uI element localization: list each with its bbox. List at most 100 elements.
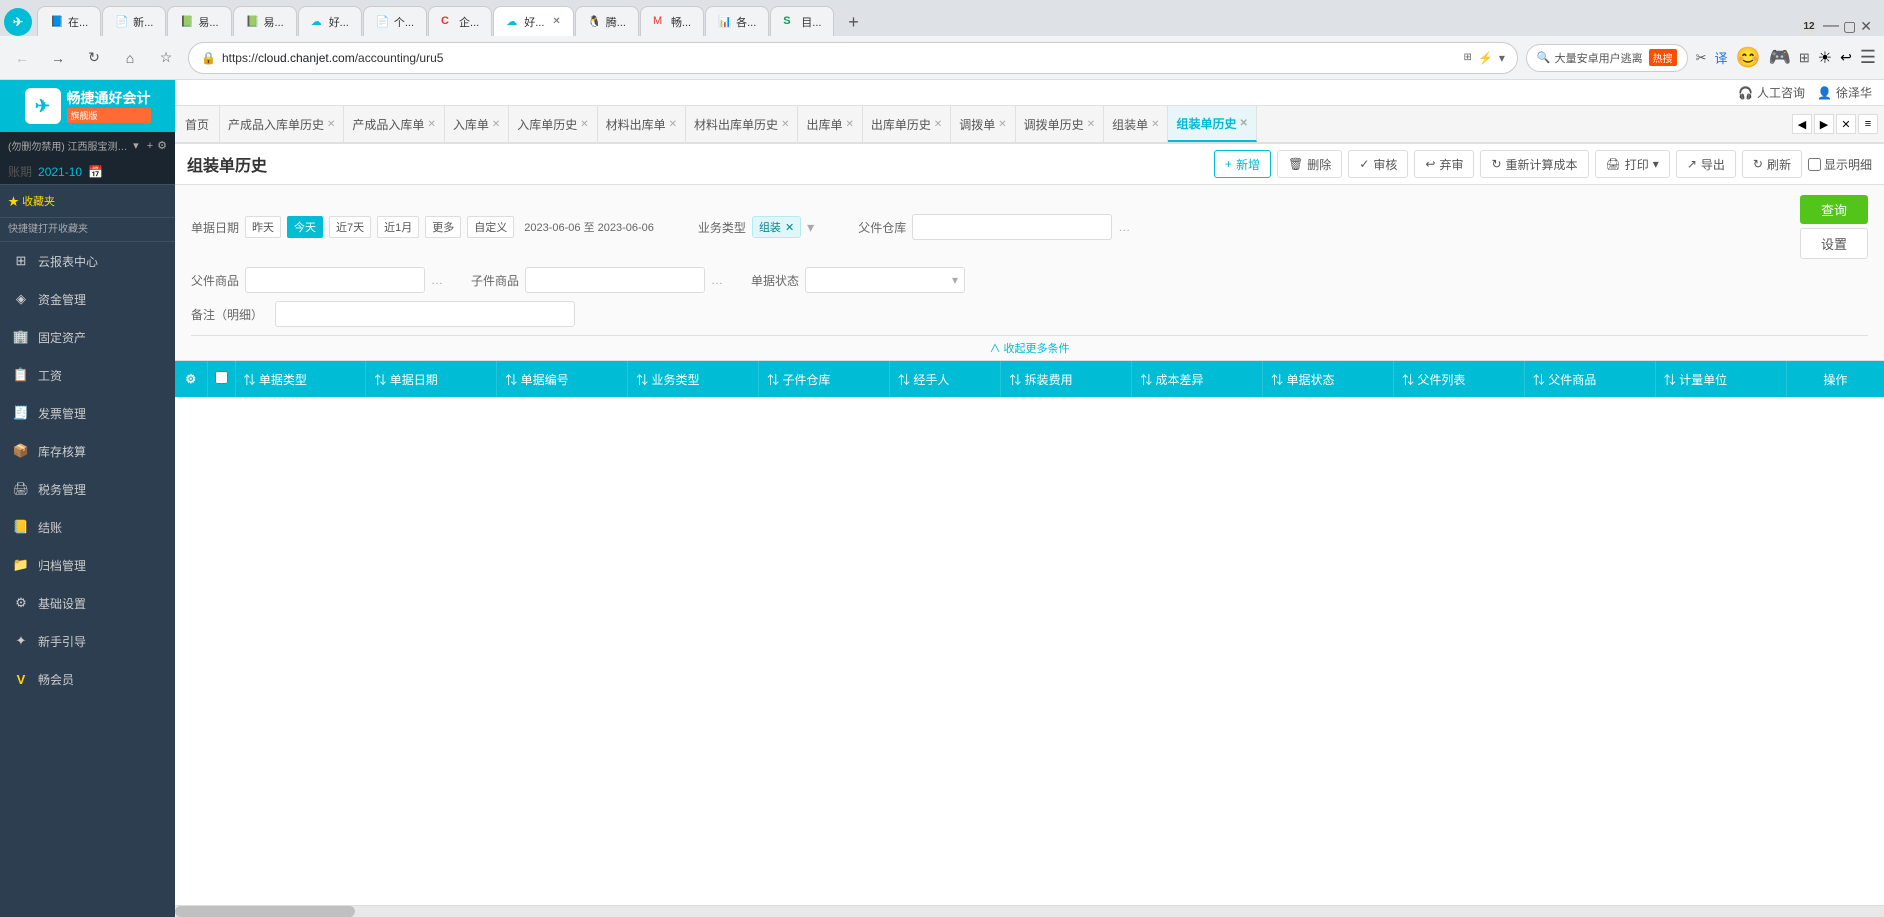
address-grid-icon[interactable]: ⊞ [1464, 52, 1472, 63]
col-doc-no[interactable]: ⇅ 单据编号 [497, 361, 628, 397]
remarks-input[interactable] [275, 301, 575, 327]
user-profile-btn[interactable]: 👤 徐泽华 [1817, 84, 1872, 101]
date-7days[interactable]: 近7天 [329, 216, 371, 238]
abandon-button[interactable]: ↩ 弃审 [1414, 150, 1474, 178]
undo-icon[interactable]: ↩ [1840, 49, 1852, 66]
col-parent-goods[interactable]: ⇅ 父件商品 [1524, 361, 1655, 397]
content-tab-outstock[interactable]: 出库单 ✕ [798, 106, 862, 142]
delete-button[interactable]: 🗑 删除 [1277, 150, 1342, 178]
parent-warehouse-input[interactable] [912, 214, 1112, 240]
col-child-warehouse[interactable]: ⇅ 子件仓库 [759, 361, 890, 397]
grid-icon[interactable]: ⊞ [1799, 50, 1810, 66]
select-all-checkbox[interactable] [215, 371, 228, 384]
tabs-scroll-left[interactable]: ◀ [1792, 114, 1812, 134]
lightning-icon[interactable]: ⚡ [1478, 51, 1493, 65]
content-tab-home[interactable]: 首页 [175, 106, 220, 142]
sidebar-item-vip[interactable]: V 畅会员 [0, 660, 175, 698]
parent-warehouse-more-icon[interactable]: … [1118, 220, 1130, 234]
date-today[interactable]: 今天 [287, 216, 323, 238]
transfer-close[interactable]: ✕ [998, 119, 1006, 130]
child-goods-input[interactable] [525, 267, 705, 293]
child-goods-more-icon[interactable]: … [711, 273, 723, 287]
date-custom[interactable]: 自定义 [467, 216, 514, 238]
address-bar[interactable]: 🔒 https://cloud.chanjet.com/accounting/u… [188, 42, 1518, 74]
browser-tab-1[interactable]: 📘 在... [37, 6, 101, 36]
bookmark-button[interactable]: ☆ [152, 44, 180, 72]
sidebar-item-basic-settings[interactable]: ⚙ 基础设置 [0, 584, 175, 622]
content-tab-outstock-history[interactable]: 出库单历史 ✕ [863, 106, 951, 142]
content-tab-assembly-history-active[interactable]: 组装单历史 ✕ [1168, 106, 1256, 142]
approve-button[interactable]: ✓ 审核 [1348, 150, 1408, 178]
browser-tab-7[interactable]: C 企... [428, 6, 492, 36]
production-history-close[interactable]: ✕ [327, 119, 335, 130]
sidebar-item-salary[interactable]: 📋 工资 [0, 356, 175, 394]
browser-tab-3[interactable]: 📗 易... [167, 6, 231, 36]
tabs-scroll-right[interactable]: ▶ [1814, 114, 1834, 134]
browser-tab-5[interactable]: ☁ 好... [298, 6, 362, 36]
refresh-browser-button[interactable]: ↻ [80, 44, 108, 72]
minimize-button[interactable]: — [1823, 17, 1839, 35]
brightness-icon[interactable]: ☀ [1818, 48, 1832, 68]
outstock-history-close[interactable]: ✕ [934, 119, 942, 130]
back-button[interactable]: ← [8, 44, 36, 72]
material-out-close[interactable]: ✕ [669, 119, 677, 130]
sidebar-item-cloud-report[interactable]: ⊞ 云报表中心 [0, 242, 175, 280]
col-handler[interactable]: ⇅ 经手人 [889, 361, 1000, 397]
browser-tab-12[interactable]: S 目... [770, 6, 834, 36]
emoji-icon[interactable]: 😊 [1736, 45, 1761, 70]
content-tab-material-out[interactable]: 材料出库单 ✕ [598, 106, 686, 142]
customer-service-btn[interactable]: 🎧 人工咨询 [1738, 84, 1805, 101]
browser-tab-2[interactable]: 📄 新... [102, 6, 166, 36]
col-doc-status[interactable]: ⇅ 单据状态 [1263, 361, 1394, 397]
sidebar-item-tax[interactable]: 🖨 税务管理 [0, 470, 175, 508]
browser-tab-8[interactable]: ☁ 好... ✕ [493, 6, 574, 36]
date-1month[interactable]: 近1月 [377, 216, 419, 238]
sidebar-item-fixed-assets[interactable]: 🏢 固定资产 [0, 318, 175, 356]
date-yesterday[interactable]: 昨天 [245, 216, 281, 238]
col-settings[interactable]: ⚙ [175, 361, 207, 397]
tabs-dropdown[interactable]: ≡ [1858, 114, 1878, 134]
biz-type-dropdown-icon[interactable]: ▾ [807, 219, 814, 236]
content-tab-instock[interactable]: 入库单 ✕ [445, 106, 509, 142]
show-detail-checkbox-label[interactable]: 显示明细 [1808, 156, 1872, 173]
game-icon[interactable]: 🎮 [1768, 47, 1790, 68]
parent-goods-input[interactable] [245, 267, 425, 293]
col-doc-type[interactable]: ⇅ 单据类型 [235, 361, 366, 397]
content-tab-transfer[interactable]: 调拨单 ✕ [951, 106, 1015, 142]
maximize-button[interactable]: ▢ [1843, 18, 1856, 35]
recalc-button[interactable]: ↻ 重新计算成本 [1480, 150, 1588, 178]
settings-filter-button[interactable]: 设置 [1800, 228, 1868, 259]
biz-type-remove-icon[interactable]: ✕ [785, 221, 794, 234]
add-button[interactable]: + 新增 [1214, 150, 1271, 178]
content-tab-transfer-history[interactable]: 调拨单历史 ✕ [1016, 106, 1104, 142]
menu-icon[interactable]: ☰ [1860, 47, 1876, 68]
show-detail-checkbox[interactable] [1808, 158, 1821, 171]
scrollbar-thumb[interactable] [175, 906, 355, 917]
col-checkbox[interactable] [207, 361, 235, 397]
transfer-history-close[interactable]: ✕ [1087, 119, 1095, 130]
sidebar-item-new-guide[interactable]: ✦ 新手引导 [0, 622, 175, 660]
sidebar-item-invoice[interactable]: 🧾 发票管理 [0, 394, 175, 432]
cut-icon[interactable]: ✂ [1696, 50, 1707, 66]
instock-close[interactable]: ✕ [492, 119, 500, 130]
collapse-bar[interactable]: ∧ 收起更多条件 [191, 335, 1868, 360]
browser-tab-11[interactable]: 📊 各... [705, 6, 769, 36]
calendar-icon[interactable]: 📅 [88, 165, 103, 179]
browser-tab-4[interactable]: 📗 易... [233, 6, 297, 36]
refresh-page-button[interactable]: ↻ 刷新 [1742, 150, 1802, 178]
browser-tab-6[interactable]: 📄 个... [363, 6, 427, 36]
content-tab-material-out-history[interactable]: 材料出库单历史 ✕ [686, 106, 798, 142]
add-company-icon[interactable]: + [147, 140, 153, 152]
new-tab-button[interactable]: + [839, 8, 867, 36]
address-dropdown-icon[interactable]: ▾ [1499, 51, 1505, 65]
assembly-close[interactable]: ✕ [1151, 119, 1159, 130]
instock-history-close[interactable]: ✕ [580, 119, 588, 130]
horizontal-scrollbar[interactable] [175, 905, 1884, 917]
sidebar-item-inventory[interactable]: 📦 库存核算 [0, 432, 175, 470]
sidebar-item-fund-mgmt[interactable]: ◈ 资金管理 [0, 280, 175, 318]
content-tab-instock-history[interactable]: 入库单历史 ✕ [509, 106, 597, 142]
close-button[interactable]: ✕ [1860, 18, 1872, 35]
col-disassembly-fee[interactable]: ⇅ 拆装费用 [1001, 361, 1132, 397]
col-biz-type[interactable]: ⇅ 业务类型 [628, 361, 759, 397]
browser-tab-9[interactable]: 🐧 腾... [575, 6, 639, 36]
